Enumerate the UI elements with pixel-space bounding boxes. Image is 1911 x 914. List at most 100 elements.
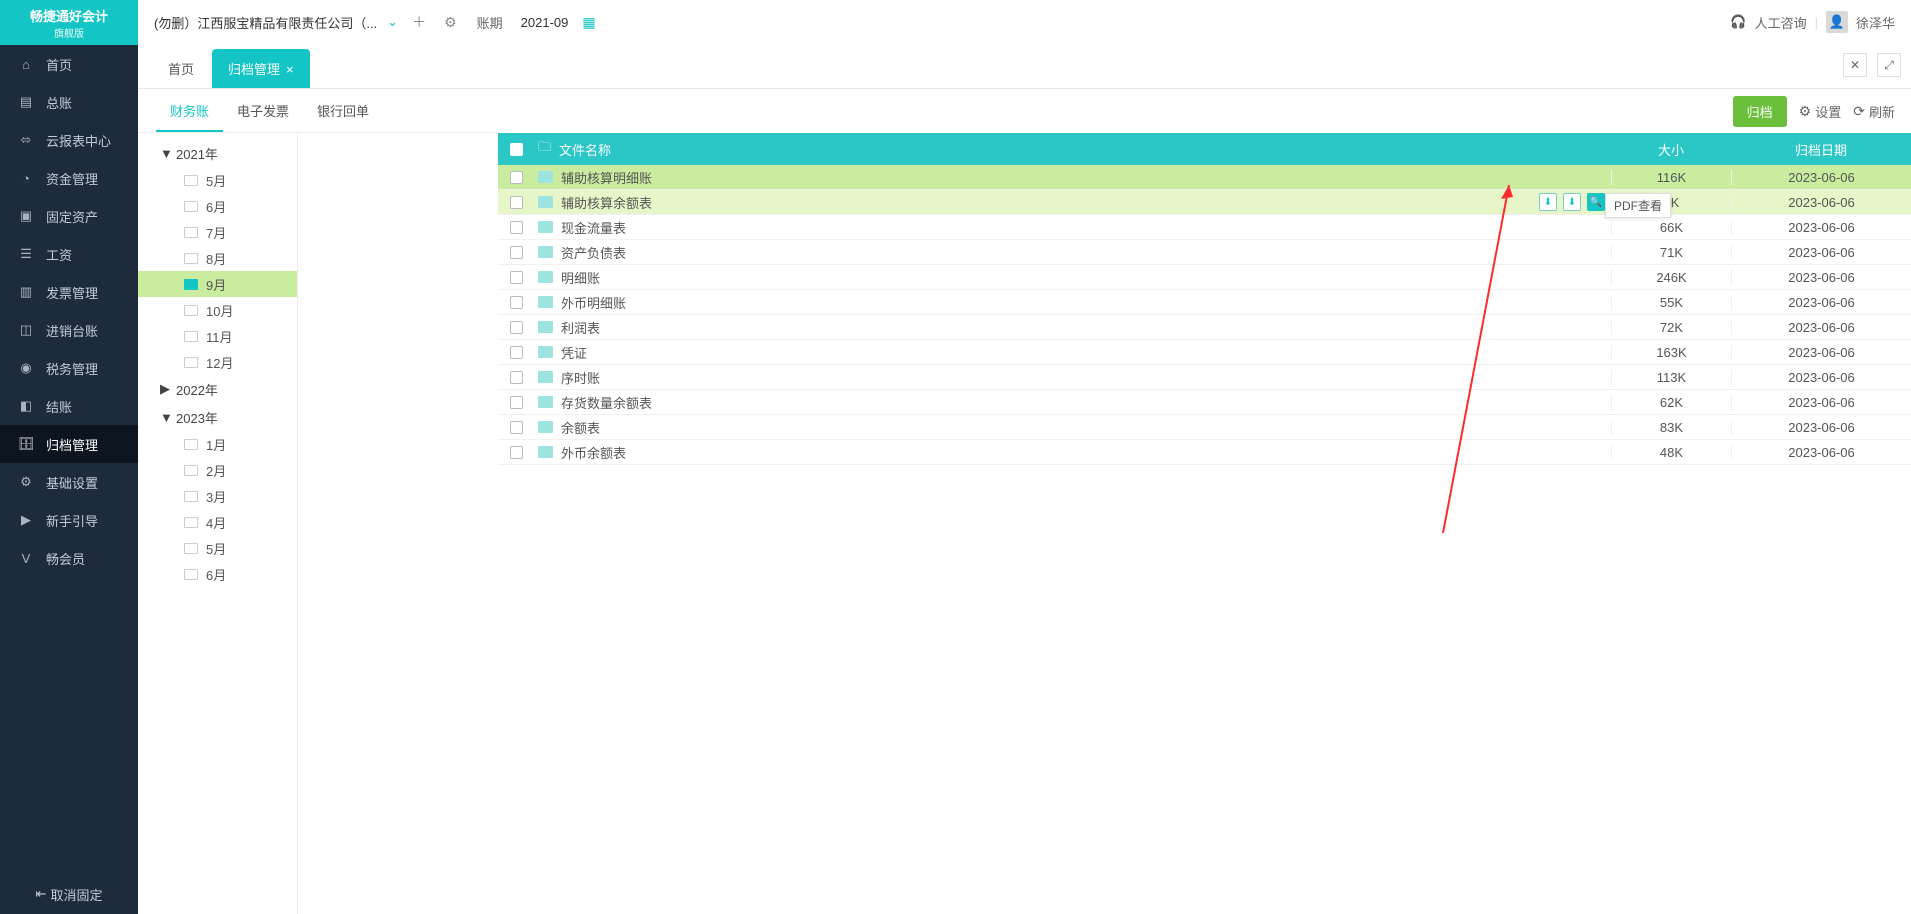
company-selector[interactable]: (勿删）江西服宝精品有限责任公司（...	[154, 13, 377, 32]
sidebar-item-5[interactable]: ☰工资	[0, 235, 138, 273]
sidebar-item-1[interactable]: ▤总账	[0, 83, 138, 121]
consult-link[interactable]: 人工咨询	[1755, 13, 1807, 32]
tree-month[interactable]: 5月	[138, 167, 297, 193]
tree-month[interactable]: 5月	[138, 535, 297, 561]
file-name: 凭证	[561, 343, 587, 362]
row-checkbox[interactable]	[510, 246, 523, 259]
tree-month[interactable]: 10月	[138, 297, 297, 323]
tab-close-icon[interactable]: ×	[286, 62, 294, 77]
sidebar-item-label: 归档管理	[46, 435, 98, 454]
table-row[interactable]: 存货数量余额表62K2023-06-06	[498, 390, 1911, 415]
row-checkbox[interactable]	[510, 396, 523, 409]
sidebar-item-12[interactable]: ▶新手引导	[0, 501, 138, 539]
row-checkbox[interactable]	[510, 346, 523, 359]
tree-month[interactable]: 8月	[138, 245, 297, 271]
file-name: 序时账	[561, 368, 600, 387]
chart-icon: ⬄	[18, 132, 34, 148]
calendar-icon[interactable]: ▦	[578, 14, 599, 31]
file-name: 余额表	[561, 418, 600, 437]
tree-year-1[interactable]: ▶2022年	[138, 375, 297, 403]
table-row[interactable]: 序时账113K2023-06-06	[498, 365, 1911, 390]
file-name: 辅助核算余额表	[561, 193, 652, 212]
period-value[interactable]: 2021-09	[521, 15, 569, 30]
tab-close-button[interactable]: ✕	[1843, 53, 1867, 77]
tax-icon: ◉	[18, 360, 34, 376]
tree-month[interactable]: 3月	[138, 483, 297, 509]
settings-link[interactable]: ⚙设置	[1799, 102, 1842, 121]
brand-logo[interactable]: 畅捷通好会计 旗舰版	[0, 0, 138, 45]
page-tab-1[interactable]: 归档管理×	[212, 49, 310, 88]
avatar[interactable]: 👤	[1826, 11, 1848, 33]
inner-tab-1[interactable]: 电子发票	[223, 91, 303, 132]
export-pdf-icon[interactable]: ⬇	[1563, 193, 1581, 211]
export-excel-icon[interactable]: ⬇	[1539, 193, 1557, 211]
row-checkbox[interactable]	[510, 271, 523, 284]
tree-month[interactable]: 12月	[138, 349, 297, 375]
folder-icon	[184, 517, 198, 528]
table-row[interactable]: 资产负债表71K2023-06-06	[498, 240, 1911, 265]
sidebar-item-3[interactable]: ◔资金管理	[0, 159, 138, 197]
sidebar-item-8[interactable]: ◉税务管理	[0, 349, 138, 387]
sidebar-item-2[interactable]: ⬄ 云报表中心	[0, 121, 138, 159]
sidebar-item-7[interactable]: ◫进销台账	[0, 311, 138, 349]
sidebar-item-9[interactable]: ◧结账	[0, 387, 138, 425]
folder-icon	[184, 201, 198, 212]
sidebar-item-label: 总账	[46, 93, 72, 112]
table-row[interactable]: 辅助核算明细账116K2023-06-06	[498, 165, 1911, 190]
table-row[interactable]: 明细账246K2023-06-06	[498, 265, 1911, 290]
row-checkbox[interactable]	[510, 321, 523, 334]
gear-icon: ⚙	[1799, 103, 1812, 120]
file-size: 163K	[1611, 345, 1731, 360]
row-checkbox[interactable]	[510, 196, 523, 209]
row-checkbox[interactable]	[510, 171, 523, 184]
row-checkbox[interactable]	[510, 221, 523, 234]
row-checkbox[interactable]	[510, 371, 523, 384]
nav-list: ⌂首页▤总账 ⬄ 云报表中心 ◔资金管理▣固定资产☰工资▥发票管理◫进销台账◉税务管理…	[0, 45, 138, 874]
select-all-checkbox[interactable]	[510, 143, 523, 156]
table-row[interactable]: 凭证163K2023-06-06	[498, 340, 1911, 365]
inner-tab-0[interactable]: 财务账	[156, 91, 223, 132]
sidebar-item-4[interactable]: ▣固定资产	[0, 197, 138, 235]
tree-year-2[interactable]: ▼2023年	[138, 403, 297, 431]
file-icon	[538, 196, 553, 208]
tree-year-0[interactable]: ▼2021年	[138, 139, 297, 167]
file-date: 2023-06-06	[1731, 395, 1911, 410]
table-row[interactable]: 外币余额表48K2023-06-06	[498, 440, 1911, 465]
sidebar-item-13[interactable]: V畅会员	[0, 539, 138, 577]
tree-month[interactable]: 9月	[138, 271, 297, 297]
tree-month[interactable]: 6月	[138, 561, 297, 587]
tab-expand-button[interactable]: ⤢	[1877, 53, 1901, 77]
table-row[interactable]: 外币明细账55K2023-06-06	[498, 290, 1911, 315]
sidebar-item-6[interactable]: ▥发票管理	[0, 273, 138, 311]
file-name: 外币余额表	[561, 443, 626, 462]
sidebar-item-10[interactable]: 🗄归档管理	[0, 425, 138, 463]
tree-month[interactable]: 7月	[138, 219, 297, 245]
chevron-down-icon[interactable]: ⌄	[387, 14, 398, 30]
tree-month[interactable]: 6月	[138, 193, 297, 219]
archive-button[interactable]: 归档	[1733, 96, 1787, 127]
page-tab-0[interactable]: 首页	[152, 49, 210, 88]
folder-icon	[184, 253, 198, 264]
inner-tab-2[interactable]: 银行回单	[303, 91, 383, 132]
refresh-link[interactable]: ⟳刷新	[1853, 102, 1895, 121]
tree-month[interactable]: 11月	[138, 323, 297, 349]
sidebar-item-label: 云报表中心	[46, 131, 111, 150]
row-checkbox[interactable]	[510, 421, 523, 434]
tree-month[interactable]: 4月	[138, 509, 297, 535]
gear-icon[interactable]: ⚙	[440, 14, 461, 31]
table-row[interactable]: 辅助核算余额表⬇⬇🔍PDF查看1K2023-06-06	[498, 190, 1911, 215]
table-row[interactable]: 利润表72K2023-06-06	[498, 315, 1911, 340]
user-name[interactable]: 徐泽华	[1856, 13, 1895, 32]
tree-month[interactable]: 1月	[138, 431, 297, 457]
tree-month[interactable]: 2月	[138, 457, 297, 483]
add-icon[interactable]: ＋	[408, 12, 430, 32]
sidebar-item-0[interactable]: ⌂首页	[0, 45, 138, 83]
row-checkbox[interactable]	[510, 296, 523, 309]
guide-icon: ▶	[18, 512, 34, 528]
row-checkbox[interactable]	[510, 446, 523, 459]
table-row[interactable]: 余额表83K2023-06-06	[498, 415, 1911, 440]
sidebar-footer-toggle[interactable]: ⇤ 取消固定	[0, 874, 138, 914]
table-row[interactable]: 现金流量表66K2023-06-06	[498, 215, 1911, 240]
year-tree: ▼2021年5月6月7月8月9月10月11月12月▶2022年▼2023年1月2…	[138, 133, 297, 914]
sidebar-item-11[interactable]: ⚙基础设置	[0, 463, 138, 501]
